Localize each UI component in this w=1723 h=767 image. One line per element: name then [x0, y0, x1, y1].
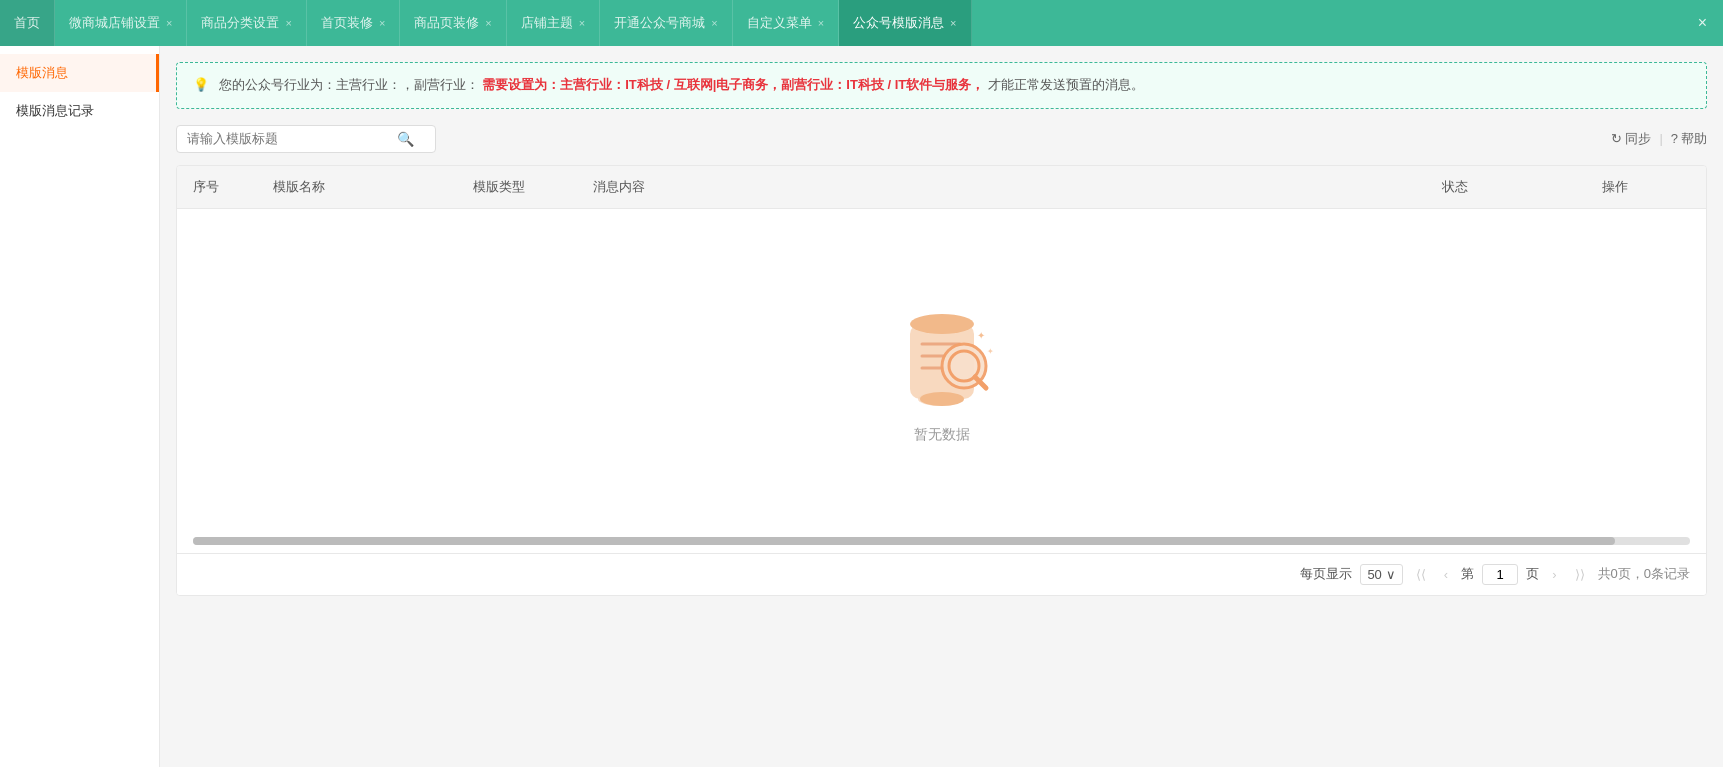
notice-suffix: 才能正常发送预置的消息。 [988, 77, 1144, 92]
search-icon[interactable]: 🔍 [397, 131, 414, 147]
top-nav: 首页 微商城店铺设置 × 商品分类设置 × 首页装修 × 商品页装修 × 店铺主… [0, 0, 1723, 46]
close-product-category-icon[interactable]: × [285, 17, 291, 29]
empty-illustration: ✦ ✦ [882, 294, 1002, 414]
tab-shop-settings[interactable]: 微商城店铺设置 × [55, 0, 187, 46]
tab-open-wechat-mall-label: 开通公众号商城 [614, 14, 705, 32]
close-home-decor-icon[interactable]: × [379, 17, 385, 29]
last-page-button[interactable]: ⟩⟩ [1570, 565, 1590, 584]
action-divider: | [1659, 131, 1662, 146]
tab-product-category-label: 商品分类设置 [201, 14, 279, 32]
prev-page-button[interactable]: ‹ [1439, 565, 1453, 584]
horizontal-scrollbar[interactable] [193, 537, 1690, 545]
th-index: 序号 [177, 166, 257, 208]
first-page-button[interactable]: ⟨⟨ [1411, 565, 1431, 584]
th-content: 消息内容 [577, 166, 1426, 208]
notice-bulb-icon: 💡 [193, 77, 209, 92]
tab-product-page-decor-label: 商品页装修 [414, 14, 479, 32]
tab-shop-theme-label: 店铺主题 [521, 14, 573, 32]
page-size-label: 每页显示 [1300, 565, 1352, 583]
svg-point-3 [920, 392, 964, 406]
close-template-message-icon[interactable]: × [950, 17, 956, 29]
di-label: 第 [1461, 565, 1474, 583]
tab-home-decor-label: 首页装修 [321, 14, 373, 32]
search-bar: 🔍 ↻ 同步 | ? 帮助 [176, 125, 1707, 153]
close-shop-settings-icon[interactable]: × [166, 17, 172, 29]
table-container: 序号 模版名称 模版类型 消息内容 状态 操作 [176, 165, 1707, 596]
notice-highlight: 需要设置为：主营行业：IT科技 / 互联网|电子商务，副营行业：IT科技 / I… [482, 77, 984, 92]
svg-point-2 [910, 314, 974, 334]
page-unit: 页 [1526, 565, 1539, 583]
help-label: 帮助 [1681, 130, 1707, 148]
tab-open-wechat-mall[interactable]: 开通公众号商城 × [600, 0, 732, 46]
scrollbar-thumb[interactable] [193, 537, 1615, 545]
close-shop-theme-icon[interactable]: × [579, 17, 585, 29]
main-layout: 模版消息 模版消息记录 💡 您的公众号行业为：主营行业：，副营行业： 需要设置为… [0, 46, 1723, 767]
tab-shop-settings-label: 微商城店铺设置 [69, 14, 160, 32]
tab-home[interactable]: 首页 [0, 0, 55, 46]
tab-custom-menu-label: 自定义菜单 [747, 14, 812, 32]
sync-label: 同步 [1625, 130, 1651, 148]
close-product-page-decor-icon[interactable]: × [485, 17, 491, 29]
main-content: 💡 您的公众号行业为：主营行业：，副营行业： 需要设置为：主营行业：IT科技 /… [160, 46, 1723, 767]
svg-text:✦: ✦ [977, 330, 985, 341]
sync-icon: ↻ [1611, 131, 1622, 146]
tab-product-page-decor[interactable]: 商品页装修 × [400, 0, 506, 46]
search-input-wrap: 🔍 [176, 125, 436, 153]
tab-home-decor[interactable]: 首页装修 × [307, 0, 400, 46]
sidebar-item-template-msg[interactable]: 模版消息 [0, 54, 159, 92]
notice-prefix: 您的公众号行业为：主营行业：，副营行业： [219, 77, 479, 92]
table-body: ✦ ✦ 暂无数据 [177, 209, 1706, 529]
sidebar: 模版消息 模版消息记录 [0, 46, 160, 767]
help-icon: ? [1671, 131, 1678, 146]
page-number-input[interactable] [1482, 564, 1518, 585]
table-header: 序号 模版名称 模版类型 消息内容 状态 操作 [177, 166, 1706, 209]
tab-template-message[interactable]: 公众号模版消息 × [839, 0, 971, 46]
page-size-value: 50 [1367, 567, 1381, 582]
tab-custom-menu[interactable]: 自定义菜单 × [733, 0, 839, 46]
page-size-select[interactable]: 50 ∨ [1360, 564, 1402, 585]
th-status: 状态 [1426, 166, 1586, 208]
help-button[interactable]: ? 帮助 [1671, 130, 1707, 148]
total-info: 共0页，0条记录 [1598, 565, 1690, 583]
tab-home-label: 首页 [14, 14, 40, 32]
sidebar-item-template-msg-log-label: 模版消息记录 [16, 103, 94, 118]
search-input[interactable] [187, 131, 397, 146]
th-type: 模版类型 [457, 166, 577, 208]
th-action: 操作 [1586, 166, 1706, 208]
empty-text: 暂无数据 [914, 426, 970, 444]
tab-product-category[interactable]: 商品分类设置 × [187, 0, 306, 46]
close-custom-menu-icon[interactable]: × [818, 17, 824, 29]
sidebar-item-template-msg-label: 模版消息 [16, 65, 68, 80]
close-open-wechat-mall-icon[interactable]: × [711, 17, 717, 29]
search-actions: ↻ 同步 | ? 帮助 [1611, 130, 1707, 148]
close-all-tabs-button[interactable]: × [1682, 14, 1723, 32]
notice-box: 💡 您的公众号行业为：主营行业：，副营行业： 需要设置为：主营行业：IT科技 /… [176, 62, 1707, 109]
tab-shop-theme[interactable]: 店铺主题 × [507, 0, 600, 46]
sidebar-item-template-msg-log[interactable]: 模版消息记录 [0, 92, 159, 130]
page-size-chevron-icon: ∨ [1386, 567, 1396, 582]
tab-template-message-label: 公众号模版消息 [853, 14, 944, 32]
empty-state: ✦ ✦ 暂无数据 [882, 294, 1002, 444]
svg-text:✦: ✦ [987, 347, 994, 356]
next-page-button[interactable]: › [1547, 565, 1561, 584]
sync-button[interactable]: ↻ 同步 [1611, 130, 1651, 148]
pagination: 每页显示 50 ∨ ⟨⟨ ‹ 第 页 › ⟩⟩ 共0页，0条记录 [177, 553, 1706, 595]
th-name: 模版名称 [257, 166, 457, 208]
